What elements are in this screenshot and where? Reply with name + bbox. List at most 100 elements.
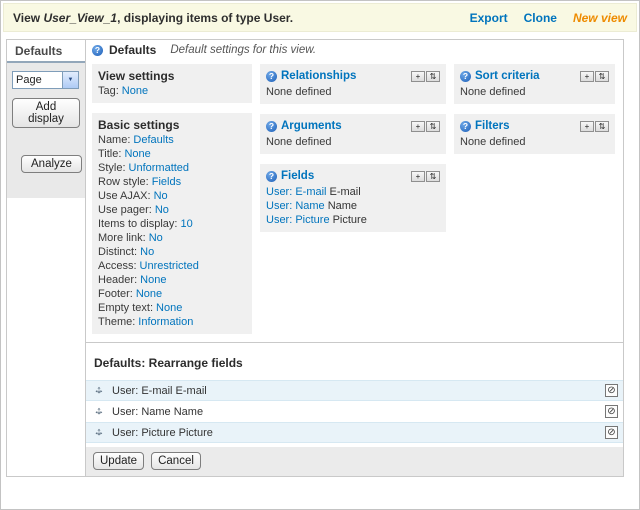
- help-icon[interactable]: ?: [266, 71, 277, 82]
- field-link[interactable]: User: Name: [266, 200, 325, 212]
- arguments-header: ? Arguments + ⇅: [266, 119, 440, 134]
- rearrange-filters-button[interactable]: ⇅: [595, 121, 609, 132]
- analyze-button[interactable]: Analyze: [21, 155, 82, 173]
- sort-criteria-title-link[interactable]: Sort criteria: [475, 69, 540, 84]
- setting-label: More link:: [98, 232, 146, 244]
- new-view-link[interactable]: New view: [573, 11, 627, 25]
- fields-box: ? Fields + ⇅ User: E-mail E-mail User: Na…: [260, 164, 446, 232]
- drag-horizontal-icon: ↔: [93, 384, 105, 396]
- fields-buttons: + ⇅: [411, 171, 440, 182]
- relationships-buttons: + ⇅: [411, 71, 440, 82]
- add-argument-button[interactable]: +: [411, 121, 425, 132]
- setting-value-link[interactable]: None: [140, 274, 166, 286]
- drag-handle[interactable]: ↕ ↔: [86, 405, 112, 418]
- add-sort-button[interactable]: +: [580, 71, 594, 82]
- arguments-title-link[interactable]: Arguments: [281, 119, 342, 134]
- setting-value-link[interactable]: Fields: [152, 176, 181, 188]
- display-settings-main: ? Defaults Default settings for this vie…: [86, 40, 623, 476]
- arguments-buttons: + ⇅: [411, 121, 440, 132]
- remove-field-button[interactable]: ⊘: [605, 384, 618, 397]
- help-icon[interactable]: ?: [92, 44, 103, 56]
- filters-empty-text: None defined: [460, 136, 526, 148]
- add-relationship-button[interactable]: +: [411, 71, 425, 82]
- field-link[interactable]: User: E-mail: [266, 186, 327, 198]
- column-right: ? Sort criteria + ⇅ None defined ? Filte…: [454, 64, 615, 334]
- help-icon[interactable]: ?: [266, 171, 277, 182]
- basic-settings-box: Basic settings Name: Defaults Title: None …: [92, 113, 252, 334]
- setting-label: Header:: [98, 274, 138, 286]
- setting-row: Tag: None: [98, 84, 246, 98]
- display-type-select[interactable]: Page ▼: [12, 71, 79, 89]
- help-icon[interactable]: ?: [460, 121, 471, 132]
- rearrange-fields-button[interactable]: ⇅: [426, 171, 440, 182]
- clone-link[interactable]: Clone: [524, 11, 557, 25]
- remove-field-button[interactable]: ⊘: [605, 426, 618, 439]
- rearrange-relationships-button[interactable]: ⇅: [426, 71, 440, 82]
- help-icon[interactable]: ?: [266, 121, 277, 132]
- drag-handle[interactable]: ↕ ↔: [86, 384, 112, 397]
- view-settings-title: View settings: [98, 69, 175, 83]
- setting-value-link[interactable]: No: [155, 204, 169, 216]
- column-middle: ? Relationships + ⇅ None defined ? Argum…: [260, 64, 446, 334]
- column-basic: View settings Tag: None Basic settings Na…: [92, 64, 252, 334]
- setting-label: Tag:: [98, 85, 119, 97]
- update-button[interactable]: Update: [93, 452, 145, 470]
- setting-label: Use pager:: [98, 204, 152, 216]
- relationships-empty-text: None defined: [266, 86, 332, 98]
- cancel-button[interactable]: Cancel: [151, 452, 201, 470]
- setting-value-link[interactable]: Unformatted: [129, 162, 190, 174]
- field-suffix: Picture: [332, 214, 367, 226]
- relationships-title-link[interactable]: Relationships: [281, 69, 356, 84]
- arguments-box: ? Arguments + ⇅ None defined: [260, 114, 446, 154]
- tab-defaults[interactable]: Defaults: [7, 40, 85, 63]
- display-header: ? Defaults Default settings for this vie…: [92, 42, 615, 58]
- field-item: User: Picture Picture: [266, 213, 440, 227]
- setting-row: Title: None: [98, 147, 246, 161]
- field-item: User: E-mail E-mail: [266, 185, 440, 199]
- setting-value-link[interactable]: No: [140, 246, 154, 258]
- view-settings-box: View settings Tag: None: [92, 64, 252, 103]
- rearrange-fields-section: Defaults: Rearrange fields ↕ ↔ User: E-ma…: [86, 342, 623, 476]
- top-links: Export Clone New view: [470, 11, 627, 25]
- remove-field-button[interactable]: ⊘: [605, 405, 618, 418]
- rearrange-arguments-button[interactable]: ⇅: [426, 121, 440, 132]
- page-title: View User_View_1, displaying items of ty…: [13, 11, 293, 25]
- rearrange-sorts-button[interactable]: ⇅: [595, 71, 609, 82]
- setting-value-link[interactable]: Unrestricted: [140, 260, 199, 272]
- export-link[interactable]: Export: [470, 11, 508, 25]
- display-sidebar: Defaults Page ▼ Add display Analyze: [7, 40, 86, 476]
- filters-title-link[interactable]: Filters: [475, 119, 510, 134]
- setting-row: Distinct: No: [98, 245, 246, 259]
- sidebar-controls: Page ▼ Add display Analyze: [7, 63, 85, 198]
- rearrange-row: ↕ ↔ User: Picture Picture ⊘: [86, 422, 623, 443]
- setting-value-link[interactable]: No: [154, 190, 168, 202]
- setting-value-link[interactable]: None: [136, 288, 162, 300]
- sort-criteria-buttons: + ⇅: [580, 71, 609, 82]
- add-display-button[interactable]: Add display: [12, 98, 80, 128]
- setting-value-link[interactable]: None: [124, 148, 150, 160]
- setting-label: Title:: [98, 148, 122, 160]
- setting-row: Footer: None: [98, 287, 246, 301]
- setting-value-link[interactable]: None: [156, 302, 182, 314]
- fields-title-link[interactable]: Fields: [281, 169, 314, 184]
- field-item: User: Name Name: [266, 199, 440, 213]
- setting-label: Style:: [98, 162, 126, 174]
- setting-value-link[interactable]: Information: [138, 316, 193, 328]
- setting-value-link[interactable]: 10: [180, 218, 192, 230]
- setting-label: Access:: [98, 260, 137, 272]
- drag-handle[interactable]: ↕ ↔: [86, 426, 112, 439]
- setting-row: Name: Defaults: [98, 133, 246, 147]
- rearrange-row-label: User: Name Name: [112, 405, 204, 418]
- setting-row: Use pager: No: [98, 203, 246, 217]
- drag-horizontal-icon: ↔: [93, 426, 105, 438]
- setting-value-link[interactable]: No: [149, 232, 163, 244]
- add-field-button[interactable]: +: [411, 171, 425, 182]
- field-link[interactable]: User: Picture: [266, 214, 330, 226]
- setting-value-link[interactable]: Defaults: [133, 134, 173, 146]
- rearrange-row: ↕ ↔ User: Name Name ⊘: [86, 401, 623, 422]
- add-filter-button[interactable]: +: [580, 121, 594, 132]
- setting-value-link[interactable]: None: [122, 85, 148, 97]
- help-icon[interactable]: ?: [460, 71, 471, 82]
- settings-columns: View settings Tag: None Basic settings Na…: [92, 64, 615, 334]
- setting-row: Access: Unrestricted: [98, 259, 246, 273]
